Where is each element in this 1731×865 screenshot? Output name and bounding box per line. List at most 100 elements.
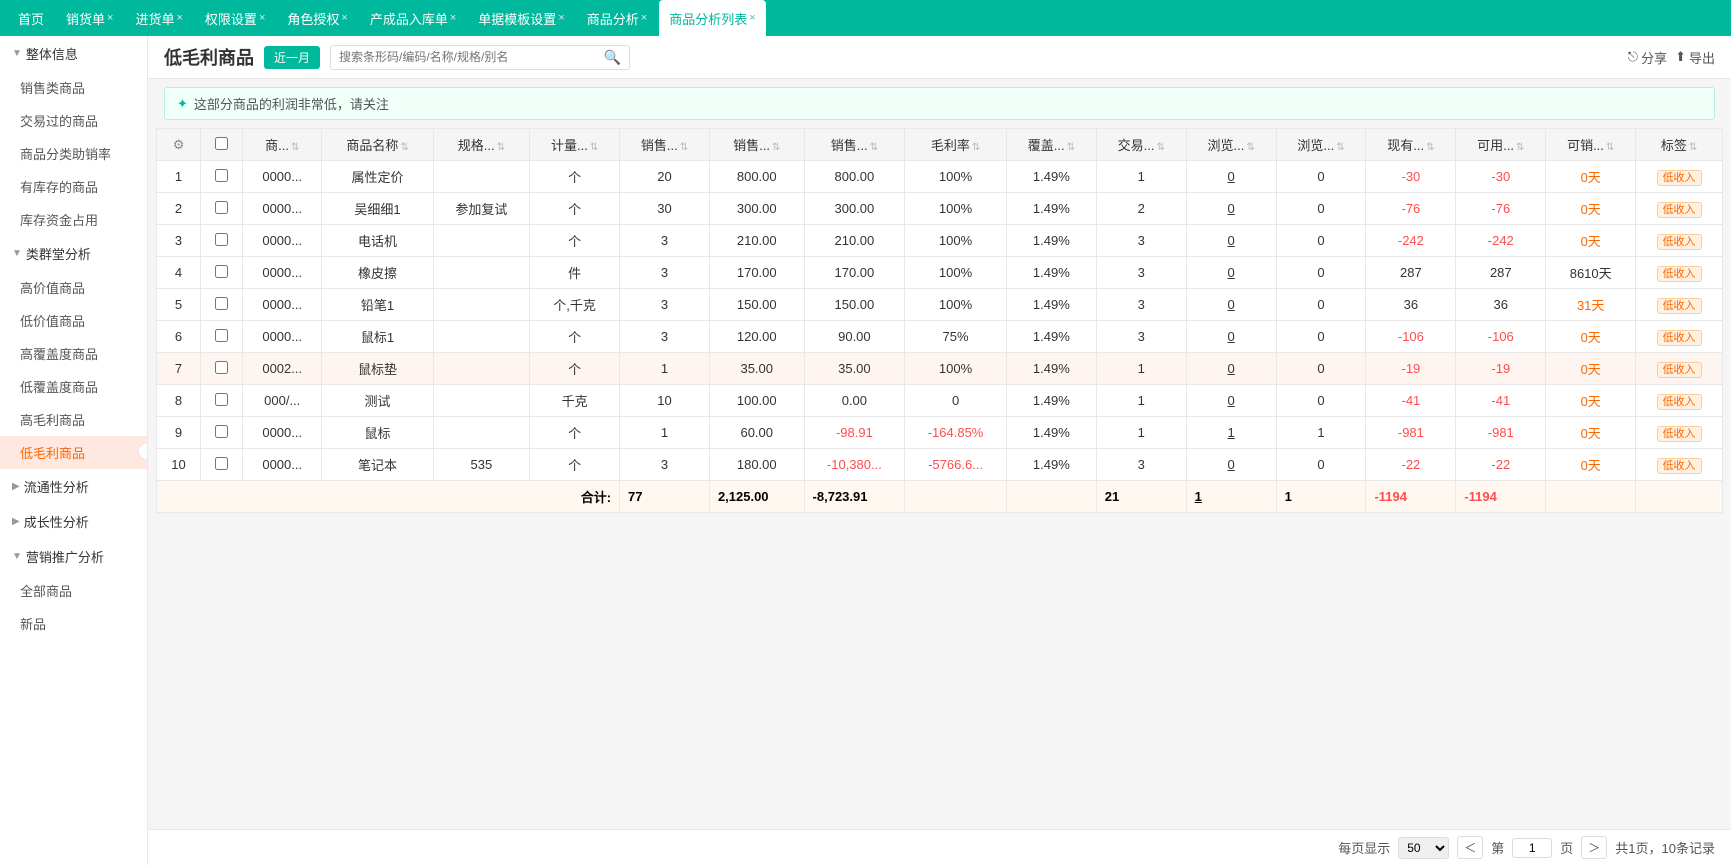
sort-icon-name[interactable]: ⇅ [400,142,408,153]
nav-close-icon[interactable]: × [107,12,113,24]
sidebar-item-1-1[interactable]: 低价值商品 [0,304,147,337]
sidebar-group-0[interactable]: ▼整体信息 [0,36,147,71]
col-header-sale_amount[interactable]: 销售...⇅ [804,129,905,161]
cell-checkbox[interactable] [201,289,243,321]
view-link[interactable]: 0 [1228,265,1235,280]
cell-checkbox[interactable] [201,417,243,449]
cell-view1[interactable]: 0 [1186,289,1276,321]
sort-icon-current[interactable]: ⇅ [1426,142,1434,153]
sort-icon-available[interactable]: ⇅ [1516,142,1524,153]
search-icon[interactable]: 🔍 [604,49,621,66]
sort-icon-sale_amount[interactable]: ⇅ [870,142,878,153]
view-link[interactable]: 0 [1228,457,1235,472]
sidebar-item-0-1[interactable]: 交易过的商品 [0,104,147,137]
view-link[interactable]: 0 [1228,329,1235,344]
cell-view1[interactable]: 0 [1186,353,1276,385]
search-input[interactable] [339,50,604,64]
col-header-checkbox[interactable] [201,129,243,161]
row-checkbox[interactable] [215,265,228,278]
sidebar-item-4-1[interactable]: 新品 [0,607,147,640]
col-header-trade_count[interactable]: 交易...⇅ [1096,129,1186,161]
sidebar-group-4[interactable]: ▼营销推广分析 [0,539,147,574]
col-header-settings[interactable]: ⚙ [157,129,201,161]
col-header-available[interactable]: 可用...⇅ [1456,129,1546,161]
nav-item-商品分析列表[interactable]: 商品分析列表 × [659,0,765,36]
row-checkbox[interactable] [215,361,228,374]
next-page-btn[interactable]: ＞ [1581,836,1607,859]
row-checkbox[interactable] [215,169,228,182]
col-header-name[interactable]: 商品名称⇅ [322,129,433,161]
row-checkbox[interactable] [215,457,228,470]
nav-item-商品分析[interactable]: 商品分析 × [577,0,657,36]
row-checkbox[interactable] [215,425,228,438]
sort-icon-spec[interactable]: ⇅ [497,142,505,153]
view-link[interactable]: 0 [1228,233,1235,248]
row-checkbox[interactable] [215,393,228,406]
nav-item-产成品入库单[interactable]: 产成品入库单 × [360,0,466,36]
sidebar-item-0-0[interactable]: 销售类商品 [0,71,147,104]
sidebar-item-0-4[interactable]: 库存资金占用 [0,203,147,236]
sort-icon-coverage[interactable]: ⇅ [1067,142,1075,153]
sidebar-item-0-3[interactable]: 有库存的商品 [0,170,147,203]
sort-icon-tag[interactable]: ⇅ [1689,142,1697,153]
cell-view1[interactable]: 0 [1186,193,1276,225]
cell-checkbox[interactable] [201,161,243,193]
nav-item-销货单[interactable]: 销货单 × [56,0,123,36]
nav-close-icon[interactable]: × [450,12,456,24]
nav-close-icon[interactable]: × [558,12,564,24]
sort-icon-gross_rate[interactable]: ⇅ [972,142,980,153]
col-header-current[interactable]: 现有...⇅ [1366,129,1456,161]
sidebar-item-1-5[interactable]: 低毛利商品 [0,436,147,469]
sort-icon-view2[interactable]: ⇅ [1336,142,1344,153]
nav-item-首页[interactable]: 首页 [8,0,54,36]
sidebar-item-1-0[interactable]: 高价值商品 [0,271,147,304]
sidebar-item-1-4[interactable]: 高毛利商品 [0,403,147,436]
sidebar-item-1-2[interactable]: 高覆盖度商品 [0,337,147,370]
cell-view1[interactable]: 0 [1186,161,1276,193]
sort-icon-view1[interactable]: ⇅ [1246,142,1254,153]
sidebar-group-1[interactable]: ▼类群堂分析 [0,236,147,271]
sort-icon-unit[interactable]: ⇅ [590,142,598,153]
col-header-view1[interactable]: 浏览...⇅ [1186,129,1276,161]
nav-item-进货单[interactable]: 进货单 × [125,0,192,36]
view-link[interactable]: 1 [1228,425,1235,440]
page-input[interactable] [1512,838,1552,858]
sort-icon-sale_qty[interactable]: ⇅ [680,142,688,153]
select-all-checkbox[interactable] [215,137,228,150]
settings-icon[interactable]: ⚙ [173,137,185,152]
sort-icon-sellable[interactable]: ⇅ [1606,142,1614,153]
col-header-sellable[interactable]: 可销...⇅ [1546,129,1636,161]
col-header-coverage[interactable]: 覆盖...⇅ [1006,129,1096,161]
nav-close-icon[interactable]: × [341,12,347,24]
view-link[interactable]: 0 [1228,169,1235,184]
export-btn[interactable]: ⬆ 导出 [1675,48,1715,67]
cell-checkbox[interactable] [201,449,243,481]
row-checkbox[interactable] [215,297,228,310]
cell-view1[interactable]: 0 [1186,449,1276,481]
share-btn[interactable]: ⎋ 分享 [1628,48,1667,67]
sort-icon-trade_count[interactable]: ⇅ [1156,142,1164,153]
col-header-gross_rate[interactable]: 毛利率⇅ [905,129,1007,161]
sidebar-group-3[interactable]: ▶成长性分析 [0,504,147,539]
nav-item-单据模板设置[interactable]: 单据模板设置 × [468,0,574,36]
nav-close-icon[interactable]: × [259,12,265,24]
cell-checkbox[interactable] [201,353,243,385]
cell-checkbox[interactable] [201,321,243,353]
page-size-select[interactable]: 50 100 200 [1398,837,1449,859]
col-header-sale_price[interactable]: 销售...⇅ [709,129,804,161]
nav-close-icon[interactable]: × [176,12,182,24]
sidebar-group-2[interactable]: ▶流通性分析 [0,469,147,504]
cell-view1[interactable]: 0 [1186,257,1276,289]
row-checkbox[interactable] [215,329,228,342]
col-header-tag[interactable]: 标签⇅ [1636,129,1723,161]
view-link[interactable]: 0 [1228,297,1235,312]
view-link[interactable]: 0 [1228,393,1235,408]
view-link[interactable]: 0 [1228,201,1235,216]
table-container[interactable]: ⚙商...⇅商品名称⇅规格...⇅计量...⇅销售...⇅销售...⇅销售...… [156,128,1723,829]
cell-checkbox[interactable] [201,257,243,289]
sidebar-item-0-2[interactable]: 商品分类助销率 [0,137,147,170]
cell-view1[interactable]: 1 [1186,417,1276,449]
nav-item-权限设置[interactable]: 权限设置 × [195,0,275,36]
cell-checkbox[interactable] [201,225,243,257]
cell-view1[interactable]: 0 [1186,385,1276,417]
